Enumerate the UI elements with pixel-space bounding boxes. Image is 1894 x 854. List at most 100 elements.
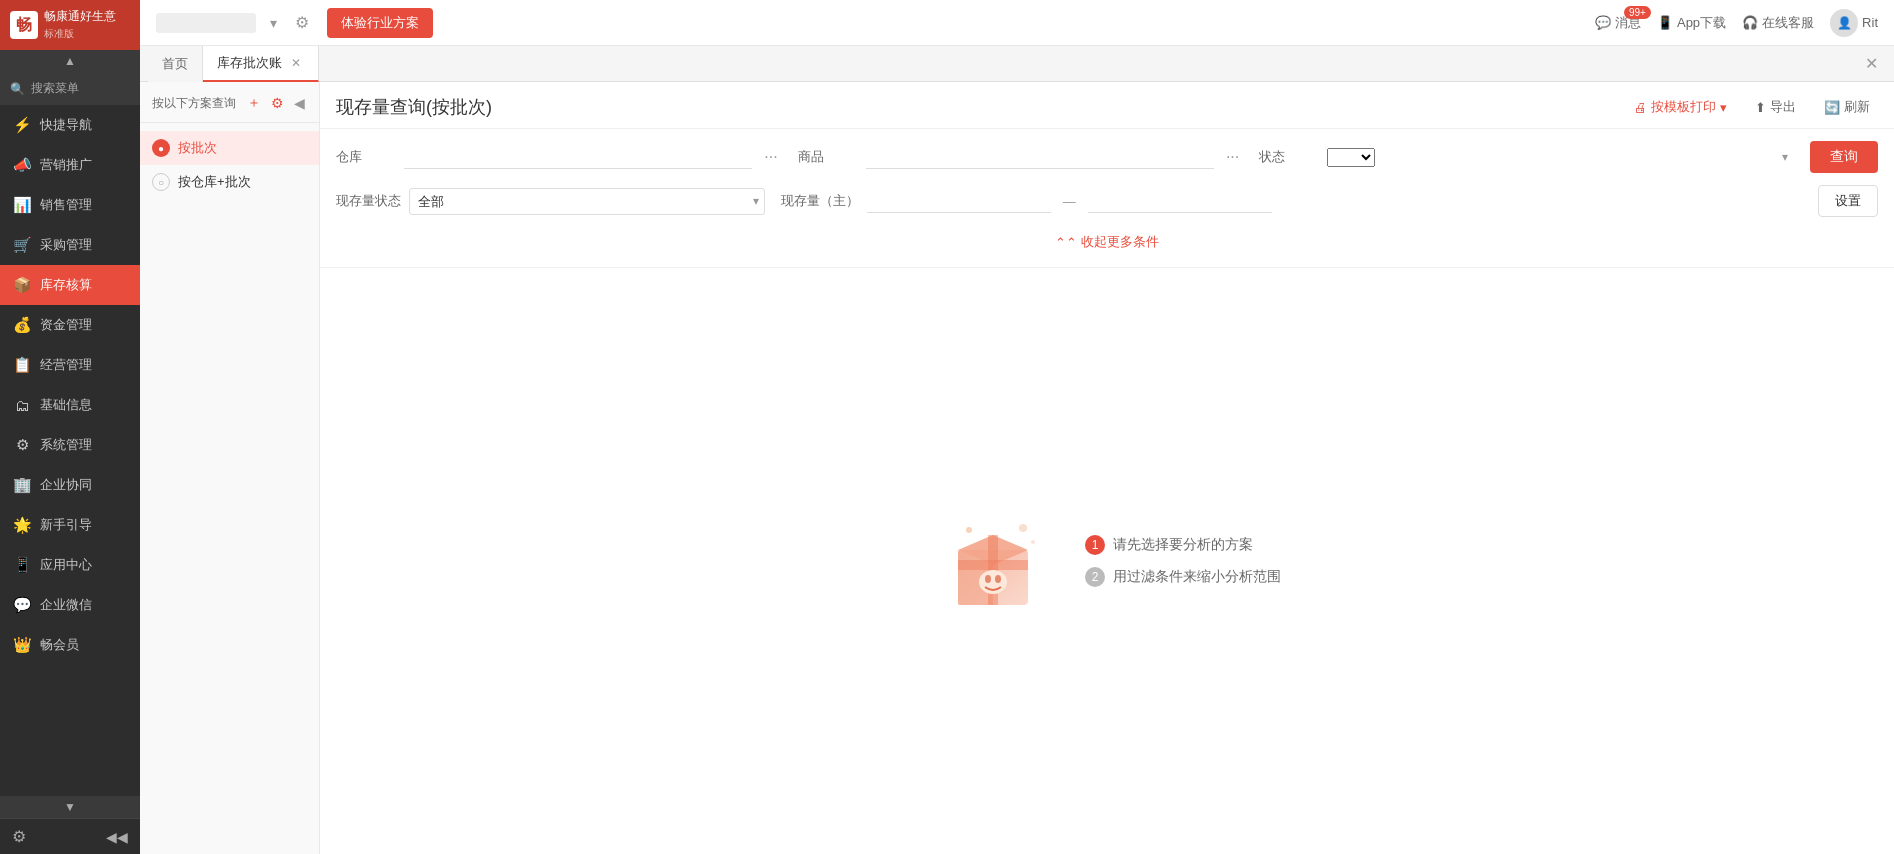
messages-badge: 99+ bbox=[1624, 6, 1651, 19]
chevron-up-icon: ⌃⌃ bbox=[1055, 235, 1077, 250]
vip-icon: 👑 bbox=[12, 635, 32, 655]
filter-dash: — bbox=[1059, 194, 1080, 209]
sidebar-item-finance[interactable]: 💰 资金管理 bbox=[0, 305, 140, 345]
svg-rect-4 bbox=[958, 560, 1028, 570]
collapse-left-panel-btn[interactable]: ◀ bbox=[292, 93, 307, 113]
sidebar-item-label: 资金管理 bbox=[40, 316, 92, 334]
status-filter: 状态 全部 ▾ bbox=[1259, 148, 1794, 167]
tab-close-btn[interactable]: ✕ bbox=[288, 55, 304, 71]
sidebar-search[interactable]: 🔍 搜索菜单 bbox=[0, 72, 140, 105]
tab-home[interactable]: 首页 bbox=[148, 46, 203, 82]
user-name: Rit bbox=[1862, 15, 1878, 30]
sidebar-item-operations[interactable]: 📋 经营管理 bbox=[0, 345, 140, 385]
warehouse-label: 仓库 bbox=[336, 148, 396, 166]
sidebar-item-vip[interactable]: 👑 畅会员 bbox=[0, 625, 140, 665]
enterprise-icon: 🏢 bbox=[12, 475, 32, 495]
inventory-icon: 📦 bbox=[12, 275, 32, 295]
sidebar-item-wechat[interactable]: 💬 企业微信 bbox=[0, 585, 140, 625]
app-version: 标准版 bbox=[44, 27, 116, 41]
add-scheme-btn[interactable]: ＋ bbox=[245, 92, 263, 114]
sidebar-item-basic[interactable]: 🗂 基础信息 bbox=[0, 385, 140, 425]
tip-number-1: 1 bbox=[1085, 535, 1105, 555]
product-more-icon[interactable]: ··· bbox=[1222, 148, 1243, 166]
sidebar-item-purchase[interactable]: 🛒 采购管理 bbox=[0, 225, 140, 265]
scheme-item-batch[interactable]: ● 按批次 bbox=[140, 131, 319, 165]
sidebar-item-newguide[interactable]: 🌟 新手引导 bbox=[0, 505, 140, 545]
sidebar-item-inventory[interactable]: 📦 库存核算 bbox=[0, 265, 140, 305]
content-area: 按以下方案查询 ＋ ⚙ ◀ ● 按批次 ○ 按仓库+批次 bbox=[140, 82, 1894, 854]
wechat-icon: 💬 bbox=[12, 595, 32, 615]
inventory-qty-from-input[interactable] bbox=[867, 189, 1051, 213]
topbar-settings-btn[interactable]: ⚙ bbox=[291, 9, 313, 36]
scheme-list: ● 按批次 ○ 按仓库+批次 bbox=[140, 123, 319, 854]
svg-point-7 bbox=[995, 575, 1001, 583]
sidebar-item-enterprise[interactable]: 🏢 企业协同 bbox=[0, 465, 140, 505]
topbar-breadcrumb-input[interactable] bbox=[156, 13, 256, 33]
refresh-btn[interactable]: 🔄 刷新 bbox=[1816, 94, 1878, 120]
tabbar: 首页 库存批次账 ✕ ✕ bbox=[140, 46, 1894, 82]
inventory-status-label: 现存量状态 bbox=[336, 192, 401, 210]
product-input[interactable] bbox=[866, 145, 1214, 169]
scheme-item-warehouse-batch[interactable]: ○ 按仓库+批次 bbox=[140, 165, 319, 199]
topbar-right: 💬 消息 99+ 📱 App下载 🎧 在线客服 👤 Rit bbox=[1595, 9, 1878, 37]
app-download-btn[interactable]: 📱 App下载 bbox=[1657, 14, 1726, 32]
sidebar-item-sales[interactable]: 📊 销售管理 bbox=[0, 185, 140, 225]
scheme-dot-inactive: ○ bbox=[152, 173, 170, 191]
sidebar: 畅 畅康通好生意 标准版 ▲ 🔍 搜索菜单 ⚡ 快捷导航 📣 营销推广 📊 销售… bbox=[0, 0, 140, 854]
user-profile-btn[interactable]: 👤 Rit bbox=[1830, 9, 1878, 37]
export-btn[interactable]: ⬆ 导出 bbox=[1747, 94, 1804, 120]
app-download-label: App下载 bbox=[1677, 14, 1726, 32]
sidebar-scroll-up[interactable]: ▲ bbox=[0, 50, 140, 72]
sidebar-item-marketing[interactable]: 📣 营销推广 bbox=[0, 145, 140, 185]
page-title: 现存量查询(按批次) bbox=[336, 95, 492, 119]
sidebar-nav: ⚡ 快捷导航 📣 营销推广 📊 销售管理 🛒 采购管理 📦 库存核算 💰 资金管… bbox=[0, 105, 140, 796]
status-dropdown-icon: ▾ bbox=[1782, 150, 1788, 164]
sidebar-scroll-down[interactable]: ▼ bbox=[0, 796, 140, 818]
inventory-status-filter: 现存量状态 全部 ▾ bbox=[336, 188, 765, 215]
sidebar-item-system[interactable]: ⚙ 系统管理 bbox=[0, 425, 140, 465]
export-icon: ⬆ bbox=[1755, 100, 1766, 115]
system-icon: ⚙ bbox=[12, 435, 32, 455]
online-support-btn[interactable]: 🎧 在线客服 bbox=[1742, 14, 1814, 32]
warehouse-more-icon[interactable]: ··· bbox=[760, 148, 781, 166]
empty-tip-2: 2 用过滤条件来缩小分析范围 bbox=[1085, 567, 1281, 587]
close-all-tabs-btn[interactable]: ✕ bbox=[1857, 54, 1886, 73]
inventory-qty-to-input[interactable] bbox=[1088, 189, 1272, 213]
scheme-label: 按批次 bbox=[178, 139, 217, 157]
tab-inventory-batch[interactable]: 库存批次账 ✕ bbox=[203, 46, 319, 82]
svg-point-6 bbox=[985, 575, 991, 583]
refresh-icon: 🔄 bbox=[1824, 100, 1840, 115]
sidebar-settings-icon[interactable]: ⚙ bbox=[12, 827, 26, 846]
topbar-dropdown-btn[interactable]: ▾ bbox=[266, 11, 281, 35]
sidebar-search-label: 搜索菜单 bbox=[31, 80, 79, 97]
basic-icon: 🗂 bbox=[12, 395, 32, 415]
collapse-filters-btn[interactable]: ⌃⌃ 收起更多条件 bbox=[1047, 229, 1167, 255]
scheme-settings-btn[interactable]: ⚙ bbox=[269, 93, 286, 113]
sidebar-item-label: 新手引导 bbox=[40, 516, 92, 534]
query-btn[interactable]: 查询 bbox=[1810, 141, 1878, 173]
empty-tips: 1 请先选择要分析的方案 2 用过滤条件来缩小分析范围 bbox=[1085, 535, 1281, 587]
empty-state: 1 请先选择要分析的方案 2 用过滤条件来缩小分析范围 bbox=[320, 268, 1894, 854]
tip-text-1: 请先选择要分析的方案 bbox=[1113, 536, 1253, 554]
phone-icon: 📱 bbox=[1657, 15, 1673, 30]
status-select[interactable]: 全部 bbox=[1327, 148, 1375, 167]
message-icon: 💬 bbox=[1595, 15, 1611, 30]
sidebar-item-quick-nav[interactable]: ⚡ 快捷导航 bbox=[0, 105, 140, 145]
sidebar-collapse-icon[interactable]: ◀◀ bbox=[106, 829, 128, 845]
warehouse-input[interactable] bbox=[404, 145, 752, 169]
sidebar-item-label: 营销推广 bbox=[40, 156, 92, 174]
sidebar-header: 畅 畅康通好生意 标准版 bbox=[0, 0, 140, 50]
inventory-status-select[interactable]: 全部 bbox=[409, 188, 765, 215]
purchase-icon: 🛒 bbox=[12, 235, 32, 255]
experience-btn[interactable]: 体验行业方案 bbox=[327, 8, 433, 38]
print-btn[interactable]: 🖨 按模板打印 ▾ bbox=[1626, 94, 1735, 120]
print-dropdown-icon[interactable]: ▾ bbox=[1720, 100, 1727, 115]
scheme-label: 按仓库+批次 bbox=[178, 173, 251, 191]
filter-row-1: 仓库 ··· 商品 ··· 状态 全部 bbox=[336, 141, 1878, 173]
messages-btn[interactable]: 💬 消息 99+ bbox=[1595, 14, 1641, 32]
sidebar-item-label: 快捷导航 bbox=[40, 116, 92, 134]
tip-number-2: 2 bbox=[1085, 567, 1105, 587]
sidebar-item-apps[interactable]: 📱 应用中心 bbox=[0, 545, 140, 585]
settings-outline-btn[interactable]: 设置 bbox=[1818, 185, 1878, 217]
sidebar-item-label: 采购管理 bbox=[40, 236, 92, 254]
